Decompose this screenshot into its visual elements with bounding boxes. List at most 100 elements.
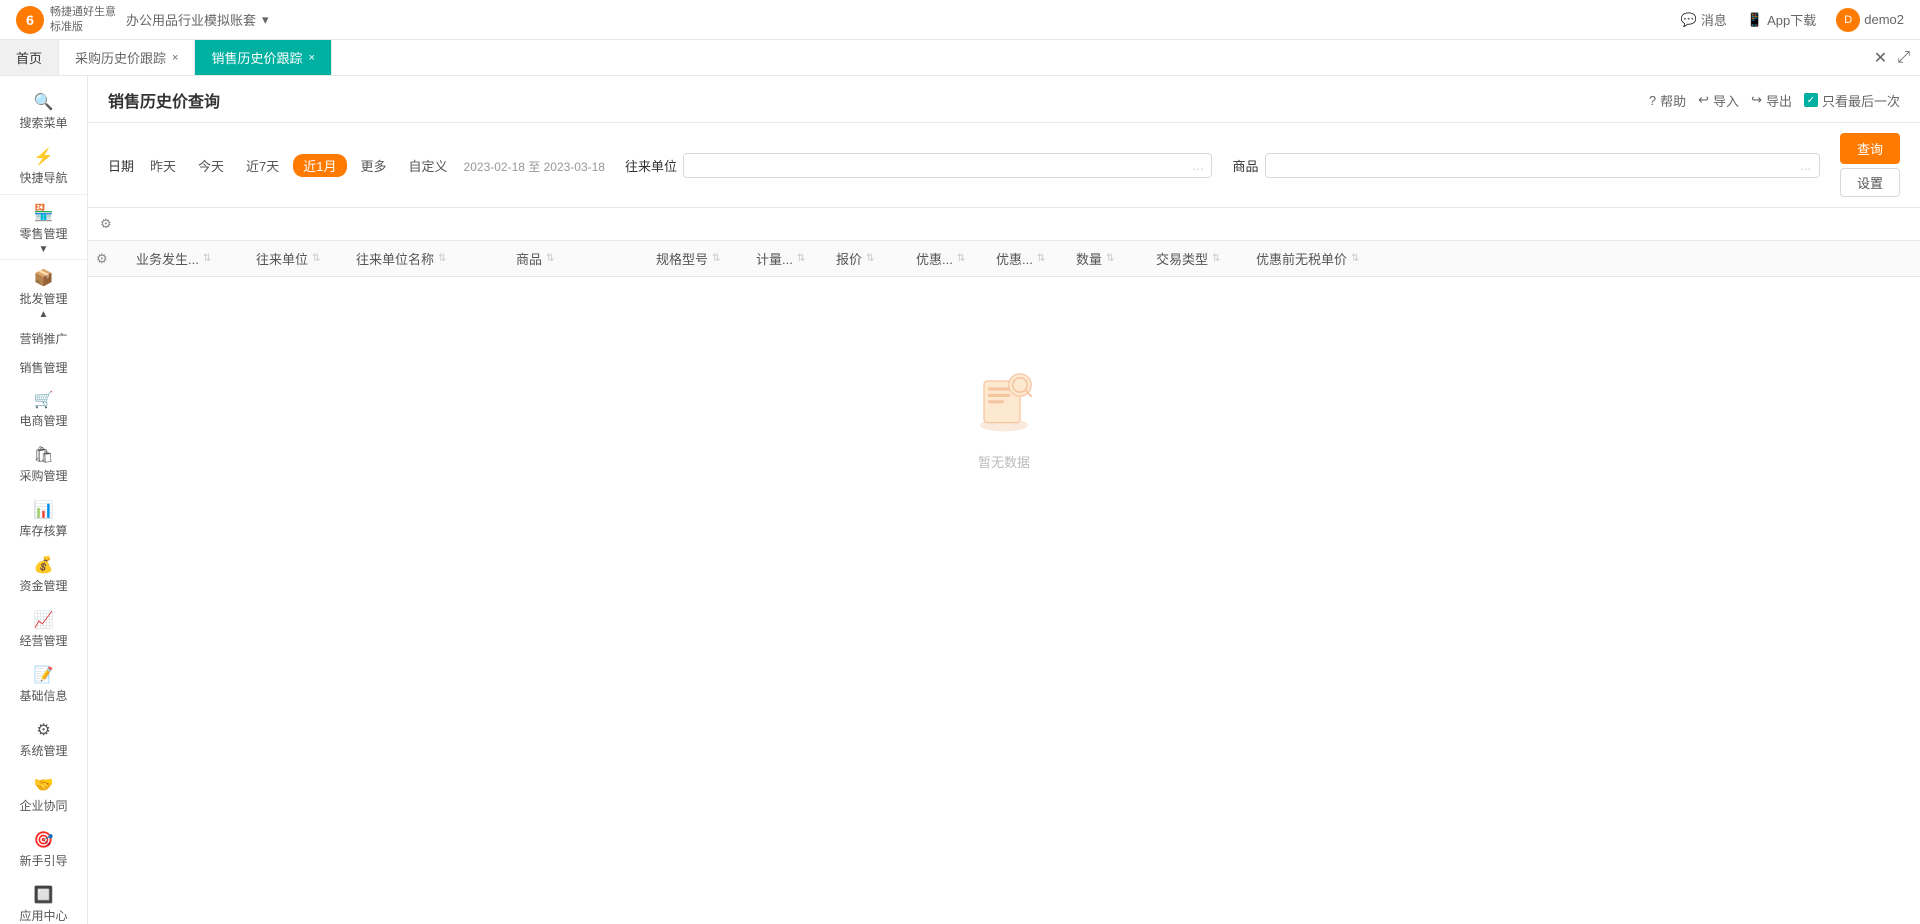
sidebar: 🔍 搜索菜单 ⚡ 快捷导航 🏪 零售管理 ▼ 📦 批发管理 ▲ 营销推广 销售管… <box>0 76 88 924</box>
date-btn-today[interactable]: 今天 <box>190 154 232 177</box>
sidebar-item-retail-mgmt[interactable]: 🏪 零售管理 ▼ <box>0 194 87 259</box>
th-spec[interactable]: 规格型号 ⇅ <box>648 249 748 268</box>
workspace-title: 办公用品行业模拟账套 ▾ <box>126 10 269 29</box>
sidebar-item-retail-label: 零售管理 <box>19 225 67 242</box>
sidebar-item-inventory[interactable]: 📊 库存核算 <box>0 492 87 547</box>
sidebar-item-search-menu[interactable]: 🔍 搜索菜单 <box>0 84 87 139</box>
trend-icon: 📈 <box>34 610 54 630</box>
sidebar-item-quick-nav[interactable]: ⚡ 快捷导航 <box>0 139 87 194</box>
sort-icon-unit: ⇅ <box>797 253 805 264</box>
sidebar-item-purchase[interactable]: 🛍 采购管理 <box>0 437 87 492</box>
partner-dots: ... <box>1193 158 1204 173</box>
sidebar-basic-label: 基础信息 <box>19 687 67 704</box>
th-price[interactable]: 报价 ⇅ <box>828 249 908 268</box>
app-download-button[interactable]: 📱 App下载 <box>1747 10 1816 29</box>
partner-search-group: 往来单位 ... <box>625 153 1213 178</box>
lightning-icon: ⚡ <box>34 147 54 167</box>
tab-sales-history[interactable]: 销售历史价跟踪 × <box>195 40 331 75</box>
table-settings-icon[interactable]: ⚙ <box>100 216 112 232</box>
partner-input[interactable]: ... <box>683 153 1212 178</box>
tab-expand-button[interactable]: ⤢ <box>1897 49 1910 67</box>
column-settings-icon[interactable]: ⚙ <box>96 251 108 267</box>
sidebar-item-basic-info[interactable]: 📝 基础信息 <box>0 657 87 712</box>
tab-home-label: 首页 <box>16 48 42 67</box>
import-icon: ↩ <box>1698 92 1709 108</box>
box-icon: 📦 <box>34 268 54 288</box>
settings-button[interactable]: 设置 <box>1840 168 1900 197</box>
th-qty[interactable]: 数量 ⇅ <box>1068 249 1148 268</box>
bag-icon: 🛍 <box>33 445 53 465</box>
sidebar-item-ecom[interactable]: 🛒 电商管理 <box>0 382 87 437</box>
target-icon: 🎯 <box>34 830 54 850</box>
th-unit-code[interactable]: 往来单位 ⇅ <box>248 249 348 268</box>
only-last-checkbox[interactable]: ✓ 只看最后一次 <box>1804 91 1900 110</box>
goods-input[interactable]: ... <box>1265 153 1820 178</box>
message-button[interactable]: 💬 消息 <box>1681 10 1727 29</box>
export-icon: ↪ <box>1751 92 1762 108</box>
sort-icon-price: ⇅ <box>866 253 874 264</box>
sidebar-app-label: 应用中心 <box>19 907 67 924</box>
import-button[interactable]: ↩ 导入 <box>1698 91 1739 110</box>
sidebar-item-finance[interactable]: 💰 资金管理 <box>0 547 87 602</box>
sidebar-sales-label: 销售管理 <box>19 359 67 376</box>
chevron-down-icon[interactable]: ▾ <box>262 12 269 28</box>
th-unit-name[interactable]: 往来单位名称 ⇅ <box>348 249 508 268</box>
sidebar-purchase-label: 采购管理 <box>19 467 67 484</box>
tab-spacer <box>332 40 1864 75</box>
sidebar-item-sales-mgmt[interactable]: 销售管理 <box>0 353 87 382</box>
sidebar-item-sys-mgmt[interactable]: ⚙ 系统管理 <box>0 712 87 767</box>
tab-sales-history-close[interactable]: × <box>308 52 314 64</box>
sidebar-item-marketing[interactable]: 营销推广 <box>0 324 87 353</box>
table-header: ⚙ 业务发生... ⇅ 往来单位 ⇅ 往来单位名称 ⇅ <box>88 241 1920 277</box>
table-toolbar: ⚙ <box>88 208 1920 241</box>
sidebar-inventory-label: 库存核算 <box>19 522 67 539</box>
tab-purchase-history-close[interactable]: × <box>172 52 178 64</box>
gear-icon: ⚙ <box>36 720 50 740</box>
th-notax-price-label: 优惠前无税单价 <box>1256 249 1347 268</box>
date-label: 日期 <box>108 156 134 175</box>
sort-icon-qty: ⇅ <box>1106 253 1114 264</box>
sidebar-item-newcomer[interactable]: 🎯 新手引导 <box>0 822 87 877</box>
sidebar-item-operations[interactable]: 📈 经营管理 <box>0 602 87 657</box>
sort-icon-unit-code: ⇅ <box>312 253 320 264</box>
date-btn-7days[interactable]: 近7天 <box>238 154 287 177</box>
chevron-down-icon: ▼ <box>39 244 49 255</box>
logo-area: 6 畅捷通好生意 标准版 <box>16 5 116 34</box>
sort-icon-goods: ⇅ <box>546 253 554 264</box>
date-btn-more[interactable]: 更多 <box>353 154 395 177</box>
store-icon: 🏪 <box>34 203 54 223</box>
tab-close-button[interactable]: ✕ <box>1874 48 1887 68</box>
export-button[interactable]: ↪ 导出 <box>1751 91 1792 110</box>
sort-icon-disc1: ⇅ <box>957 253 965 264</box>
date-btn-1month[interactable]: 近1月 <box>293 154 346 177</box>
th-disc1[interactable]: 优惠... ⇅ <box>908 249 988 268</box>
sidebar-item-enterprise[interactable]: 🤝 企业协同 <box>0 767 87 822</box>
sort-icon-spec: ⇅ <box>712 253 720 264</box>
th-unit[interactable]: 计量... ⇅ <box>748 249 828 268</box>
top-bar: 6 畅捷通好生意 标准版 办公用品行业模拟账套 ▾ 💬 消息 📱 App下载 D… <box>0 0 1920 40</box>
th-trade[interactable]: 交易类型 ⇅ <box>1148 249 1248 268</box>
sidebar-item-wholesale-mgmt[interactable]: 📦 批发管理 ▲ <box>0 259 87 324</box>
table-area: ⚙ ⚙ 业务发生... ⇅ 往来单位 ⇅ 往来单位名称 <box>88 208 1920 924</box>
search-icon: 🔍 <box>34 92 54 112</box>
help-button[interactable]: ? 帮助 <box>1649 91 1686 110</box>
tab-home[interactable]: 首页 <box>0 40 59 75</box>
empty-text: 暂无数据 <box>978 452 1030 471</box>
sidebar-enterprise-label: 企业协同 <box>19 797 67 814</box>
user-menu[interactable]: D demo2 <box>1836 8 1904 32</box>
date-btn-custom[interactable]: 自定义 <box>401 154 456 177</box>
empty-icon-wrap <box>964 357 1044 440</box>
th-goods[interactable]: 商品 ⇅ <box>508 249 648 268</box>
th-notax-price[interactable]: 优惠前无税单价 ⇅ <box>1248 249 1920 268</box>
query-button[interactable]: 查询 <box>1840 133 1900 164</box>
tab-purchase-history[interactable]: 采购历史价跟踪 × <box>59 40 195 75</box>
sidebar-item-app-center[interactable]: 🔲 应用中心 <box>0 877 87 924</box>
date-btn-yesterday[interactable]: 昨天 <box>142 154 184 177</box>
main-layout: 🔍 搜索菜单 ⚡ 快捷导航 🏪 零售管理 ▼ 📦 批发管理 ▲ 营销推广 销售管… <box>0 76 1920 924</box>
th-price-label: 报价 <box>836 249 862 268</box>
message-icon: 💬 <box>1681 12 1697 28</box>
chevron-up-icon: ▲ <box>39 309 49 320</box>
th-biz-date[interactable]: 业务发生... ⇅ <box>128 249 248 268</box>
th-disc2[interactable]: 优惠... ⇅ <box>988 249 1068 268</box>
sidebar-item-search-menu-label: 搜索菜单 <box>19 114 67 131</box>
